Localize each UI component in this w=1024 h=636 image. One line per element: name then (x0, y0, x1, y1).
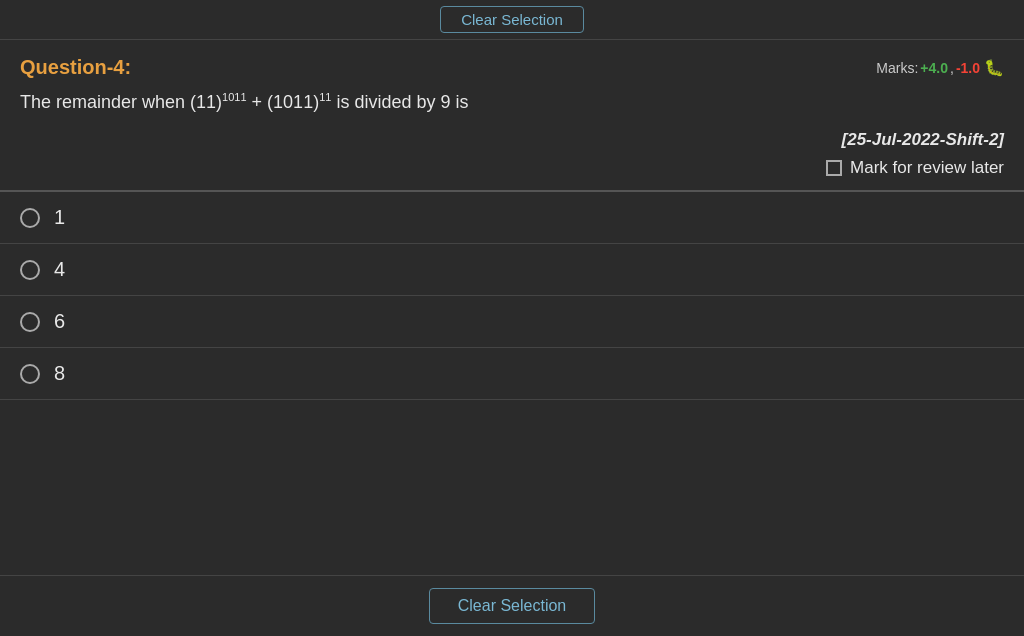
question-header: Question-4: Marks: +4.0 , -1.0 🐛 (20, 56, 1004, 79)
marks-negative: -1.0 (956, 60, 980, 76)
bug-icon[interactable]: 🐛 (984, 58, 1004, 77)
option-label-4: 8 (54, 362, 65, 385)
marks-separator: , (950, 60, 954, 76)
question-text: The remainder when (11)1011 + (1011)11 i… (20, 89, 1004, 116)
question-container: Question-4: Marks: +4.0 , -1.0 🐛 The rem… (0, 40, 1024, 192)
review-checkbox-row: Mark for review later (826, 158, 1004, 178)
mark-review-checkbox[interactable] (826, 160, 842, 176)
option-row-2[interactable]: 4 (0, 244, 1024, 296)
option-row-1[interactable]: 1 (0, 192, 1024, 244)
clear-selection-top-button[interactable]: Clear Selection (440, 6, 584, 33)
question-title: Question-4: (20, 56, 131, 79)
option-label-2: 4 (54, 258, 65, 281)
marks-positive: +4.0 (920, 60, 948, 76)
option-label-1: 1 (54, 206, 65, 229)
question-meta: [25-Jul-2022-Shift-2] Mark for review la… (20, 130, 1004, 178)
bottom-bar: Clear Selection (0, 575, 1024, 636)
radio-option-2[interactable] (20, 260, 40, 280)
radio-option-4[interactable] (20, 364, 40, 384)
radio-option-1[interactable] (20, 208, 40, 228)
shift-tag: [25-Jul-2022-Shift-2] (842, 130, 1004, 150)
top-bar: Clear Selection (0, 0, 1024, 40)
option-row-4[interactable]: 8 (0, 348, 1024, 400)
marks-label: Marks: (876, 60, 918, 76)
marks-info: Marks: +4.0 , -1.0 🐛 (876, 58, 1004, 77)
option-label-3: 6 (54, 310, 65, 333)
clear-selection-button[interactable]: Clear Selection (429, 588, 596, 624)
options-list: 1 4 6 8 (0, 192, 1024, 575)
review-label: Mark for review later (850, 158, 1004, 178)
option-row-3[interactable]: 6 (0, 296, 1024, 348)
radio-option-3[interactable] (20, 312, 40, 332)
